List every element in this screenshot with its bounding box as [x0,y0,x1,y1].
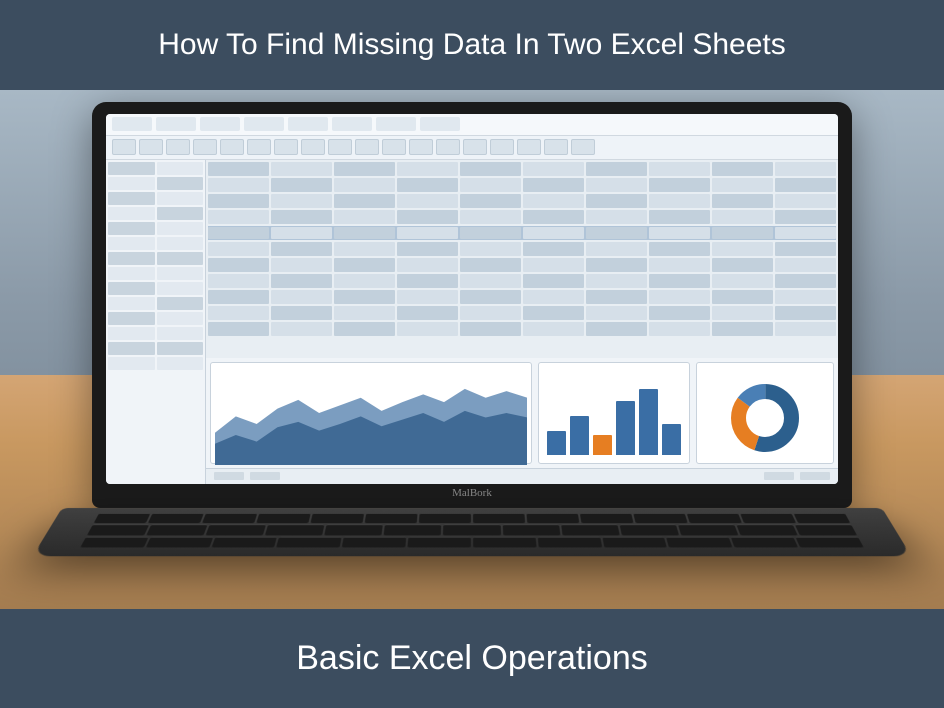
toolbar-button [544,139,568,155]
toolbar-button [355,139,379,155]
footer-band: Basic Excel Operations [0,609,944,708]
sheet-area [106,160,838,484]
app-ribbon [106,114,838,136]
spreadsheet-grid [206,160,838,484]
grid-row [208,242,836,256]
toolbar-button [517,139,541,155]
laptop-base [33,508,912,556]
row-labels-sidebar [106,160,206,484]
page-subtitle: Basic Excel Operations [296,639,648,677]
grid-row [208,274,836,288]
grid-row [208,178,836,192]
donut-chart [701,378,829,459]
bar-item [662,424,681,455]
grid-row [208,290,836,304]
grid-row [208,306,836,320]
bar-item [593,435,612,454]
area-chart [215,367,527,466]
grid-row-selected [208,226,836,240]
ribbon-tab [332,117,372,131]
toolbar-button [463,139,487,155]
grid-row [208,258,836,272]
toolbar-button [328,139,352,155]
bar-item [639,389,658,454]
toolbar-button [220,139,244,155]
header-band: How To Find Missing Data In Two Excel Sh… [0,0,944,90]
toolbar-button [112,139,136,155]
donut-chart-title [701,367,829,375]
grid-row [208,322,836,336]
bar-item [616,401,635,455]
status-item [214,472,244,480]
laptop-brand-label: MalBork [106,484,838,500]
toolbar-button [193,139,217,155]
toolbar-button [247,139,271,155]
ribbon-tab [244,117,284,131]
bar-item [547,431,566,454]
area-chart-panel [210,362,532,464]
bar-chart-title [543,367,685,375]
toolbar-button [571,139,595,155]
toolbar-button [139,139,163,155]
ribbon-tab [200,117,240,131]
toolbar-button [436,139,460,155]
ribbon-tab [156,117,196,131]
ribbon-tab [288,117,328,131]
status-item [764,472,794,480]
app-toolbar [106,136,838,160]
bar-chart-panel [538,362,690,464]
laptop: MalBork [92,102,852,578]
toolbar-button [490,139,514,155]
ribbon-tab [376,117,416,131]
grid-header-row [208,162,836,176]
toolbar-button [382,139,406,155]
toolbar-button [301,139,325,155]
ribbon-tab [112,117,152,131]
hero-illustration: MalBork [0,90,944,609]
bar-item [570,416,589,455]
donut-chart-panel [696,362,834,464]
toolbar-button [166,139,190,155]
page-title: How To Find Missing Data In Two Excel Sh… [158,28,786,61]
charts-row [206,358,838,468]
toolbar-button [409,139,433,155]
spreadsheet-app [106,114,838,484]
laptop-bezel: MalBork [92,102,852,508]
ribbon-tab [420,117,460,131]
grid-row [208,194,836,208]
bar-chart [543,378,685,459]
status-bar [206,468,838,484]
keyboard [80,513,864,547]
status-item [250,472,280,480]
toolbar-button [274,139,298,155]
status-item [800,472,830,480]
grid-row [208,210,836,224]
